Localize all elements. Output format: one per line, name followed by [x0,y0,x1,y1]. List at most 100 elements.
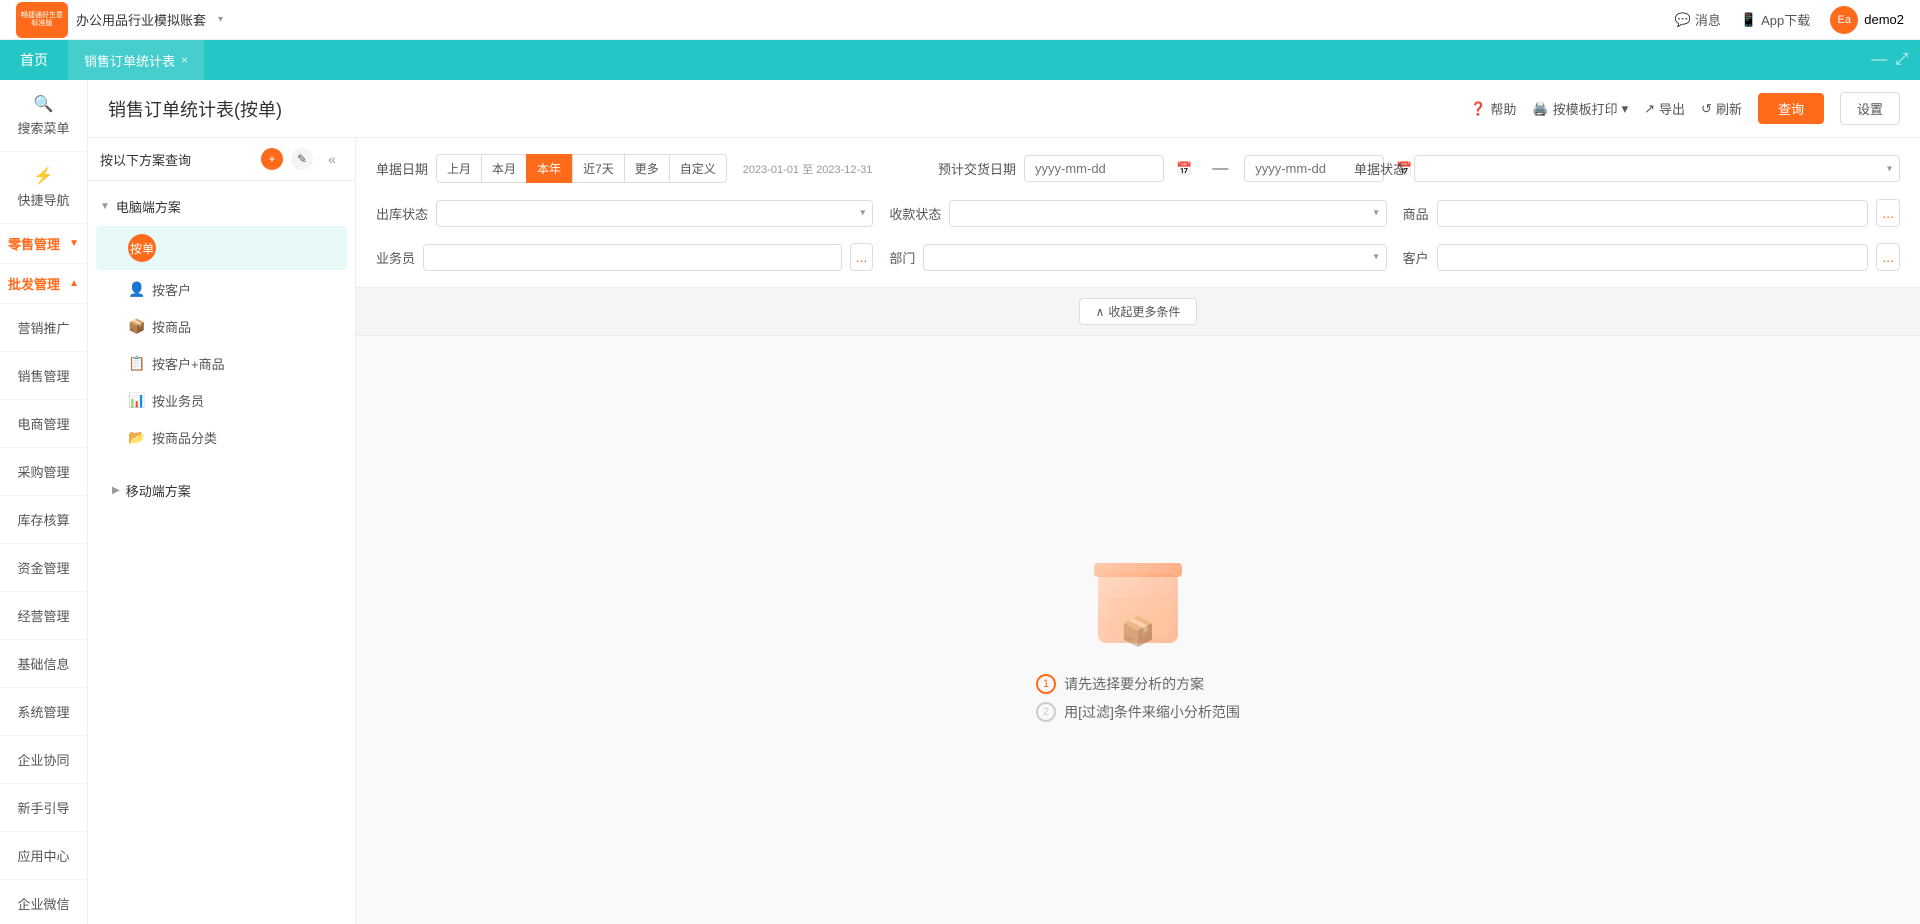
date-btn-custom[interactable]: 自定义 [669,154,727,183]
sidebar-label-purchase-mgmt: 采购管理 [17,462,69,481]
date-range-text: 2023-01-01 至 2023-12-31 [743,161,873,177]
template-print-dropdown[interactable]: ▾ [1622,101,1629,117]
sidebar-label-search-menu: 搜索菜单 [17,118,69,137]
date-btn-more[interactable]: 更多 [624,154,669,183]
refresh-icon: ↺ [1701,101,1712,117]
mobile-scheme-group: ▶ 移动端方案 [88,465,355,516]
filter-customer-block: 客户 ... [1403,243,1900,271]
sidebar-item-search-menu[interactable]: 🔍 搜索菜单 [0,80,87,152]
product-input[interactable] [1437,200,1869,227]
order-status-select[interactable] [1414,155,1900,182]
payment-status-select[interactable] [949,200,1386,227]
sidebar-item-app-center[interactable]: 应用中心 [0,832,87,880]
sidebar-item-quick-nav[interactable]: ⚡ 快捷导航 [0,152,87,224]
refresh-action[interactable]: ↺ 刷新 [1701,99,1742,118]
empty-text-list: 1 请先选择要分析的方案 2 用[过滤]条件来缩小分析范围 [1036,674,1240,722]
app-title: 办公用品行业模拟账套 [76,10,206,29]
sidebar-label-system-mgmt: 系统管理 [17,702,69,721]
sidebar-item-ecommerce-mgmt[interactable]: 电商管理 [0,400,87,448]
customer-input[interactable] [1437,244,1869,271]
calendar-start-icon[interactable]: 📅 [1176,161,1192,177]
tab-home[interactable]: 首页 [0,40,68,80]
search-menu-icon: 🔍 [34,94,54,114]
mobile-group-arrow: ▶ [112,485,120,496]
sidebar-item-inventory[interactable]: 库存核算 [0,496,87,544]
sidebar-item-new-guide[interactable]: 新手引导 [0,784,87,832]
left-panel: 按以下方案查询 + ✎ « ▼ 电脑端方案 [88,138,356,924]
filter-product-block: 商品 ... [1403,199,1900,227]
expected-delivery-start[interactable] [1024,155,1164,182]
user-area[interactable]: Ea demo2 [1830,6,1904,34]
sidebar-item-system-mgmt[interactable]: 系统管理 [0,688,87,736]
tabbar: 首页 销售订单统计表 × — ⤢ [0,40,1920,80]
app-download-icon: 📱 [1741,12,1757,28]
customer-ellipsis-button[interactable]: ... [1876,243,1900,271]
department-select[interactable] [923,244,1386,271]
help-label: 帮助 [1490,99,1516,118]
content-area: 销售订单统计表(按单) ❓ 帮助 🖨️ 按模板打印 ▾ ↗ 导出 ↺ 刷新 [88,80,1920,924]
wholesale-mgmt-label: 批发管理 [8,274,60,293]
sidebar-item-retail-mgmt[interactable]: 零售管理 ▼ [0,224,87,264]
mobile-group-header[interactable]: ▶ 移动端方案 [88,473,355,508]
product-ellipsis-button[interactable]: ... [1876,199,1900,227]
tab-close-icon[interactable]: × [181,53,188,67]
sidebar-label-operations-mgmt: 经营管理 [17,606,69,625]
date-btn-this-month[interactable]: 本月 [481,154,526,183]
salesperson-ellipsis-button[interactable]: ... [850,243,874,271]
tab-minimize-icon[interactable]: — [1871,51,1887,69]
sidebar-item-enterprise-collab[interactable]: 企业协同 [0,736,87,784]
edit-scheme-button[interactable]: ✎ [291,148,313,170]
collapse-panel-button[interactable]: « [321,148,343,170]
tab-sales-order-stat[interactable]: 销售订单统计表 × [68,40,204,80]
salesperson-label: 业务员 [376,248,415,267]
sidebar-label-enterprise-collab: 企业协同 [17,750,69,769]
page-actions: ❓ 帮助 🖨️ 按模板打印 ▾ ↗ 导出 ↺ 刷新 查询 设置 [1470,92,1900,125]
export-action[interactable]: ↗ 导出 [1644,99,1685,118]
add-scheme-button[interactable]: + [261,148,283,170]
scheme-item-by-customer[interactable]: 👤 按客户 [96,272,347,307]
hint-1-circle: 1 [1036,674,1056,694]
date-buttons: 上月 本月 本年 近7天 更多 自定义 [436,154,727,183]
tab-expand-icon[interactable]: ⤢ [1895,51,1908,69]
scheme-item-by-customer-product[interactable]: 📋 按客户+商品 [96,346,347,381]
logo-text: 畅捷通好生意 [21,11,63,20]
collapse-icon: ∧ [1096,305,1105,319]
logo: 畅捷通好生意 标准版 [16,2,68,38]
delivery-status-select[interactable] [436,200,873,227]
sidebar-item-sales-mgmt[interactable]: 销售管理 [0,352,87,400]
settings-button[interactable]: 设置 [1840,92,1900,125]
tab-icons: — ⤢ [1871,51,1920,69]
template-print-action[interactable]: 🖨️ 按模板打印 ▾ [1532,99,1628,118]
help-action[interactable]: ❓ 帮助 [1470,99,1516,118]
app-dropdown-icon[interactable]: ▾ [218,14,223,25]
app-download-action[interactable]: 📱 App下载 [1741,10,1810,29]
collapse-more-button[interactable]: ∧ 收起更多条件 [1079,298,1198,325]
sidebar-item-marketing[interactable]: 营销推广 [0,304,87,352]
sidebar-item-wholesale-mgmt[interactable]: 批发管理 ▲ [0,264,87,304]
messages-label: 消息 [1695,10,1721,29]
sidebar-item-finance-mgmt[interactable]: 资金管理 [0,544,87,592]
messages-action[interactable]: 💬 消息 [1675,10,1721,29]
desktop-group-arrow: ▼ [100,201,110,212]
salesperson-input[interactable] [423,244,842,271]
right-panel: 单据日期 上月 本月 本年 近7天 更多 自定义 2023-01-01 至 20… [356,138,1920,924]
sidebar-item-basic-info[interactable]: 基础信息 [0,640,87,688]
scheme-item-by-salesperson[interactable]: 📊 按业务员 [96,383,347,418]
date-btn-this-year[interactable]: 本年 [526,154,572,183]
scheme-item-by-salesperson-label: 按业务员 [152,391,204,410]
department-label: 部门 [889,248,915,267]
sidebar-item-operations-mgmt[interactable]: 经营管理 [0,592,87,640]
sidebar-item-enterprise-wechat[interactable]: 企业微信 [0,880,87,924]
desktop-group-header[interactable]: ▼ 电脑端方案 [88,189,355,224]
scheme-item-by-product[interactable]: 📦 按商品 [96,309,347,344]
hint-1-text: 请先选择要分析的方案 [1064,674,1204,694]
sidebar-item-purchase-mgmt[interactable]: 采购管理 [0,448,87,496]
query-button[interactable]: 查询 [1758,93,1824,124]
refresh-label: 刷新 [1716,99,1742,118]
date-btn-last-7-days[interactable]: 近7天 [572,154,624,183]
scheme-item-by-product-category[interactable]: 📂 按商品分类 [96,420,347,455]
retail-mgmt-label: 零售管理 [8,234,60,253]
date-btn-last-month[interactable]: 上月 [436,154,481,183]
scheme-item-by-order[interactable]: 按单 [96,226,347,270]
mobile-group-label: 移动端方案 [126,481,191,500]
